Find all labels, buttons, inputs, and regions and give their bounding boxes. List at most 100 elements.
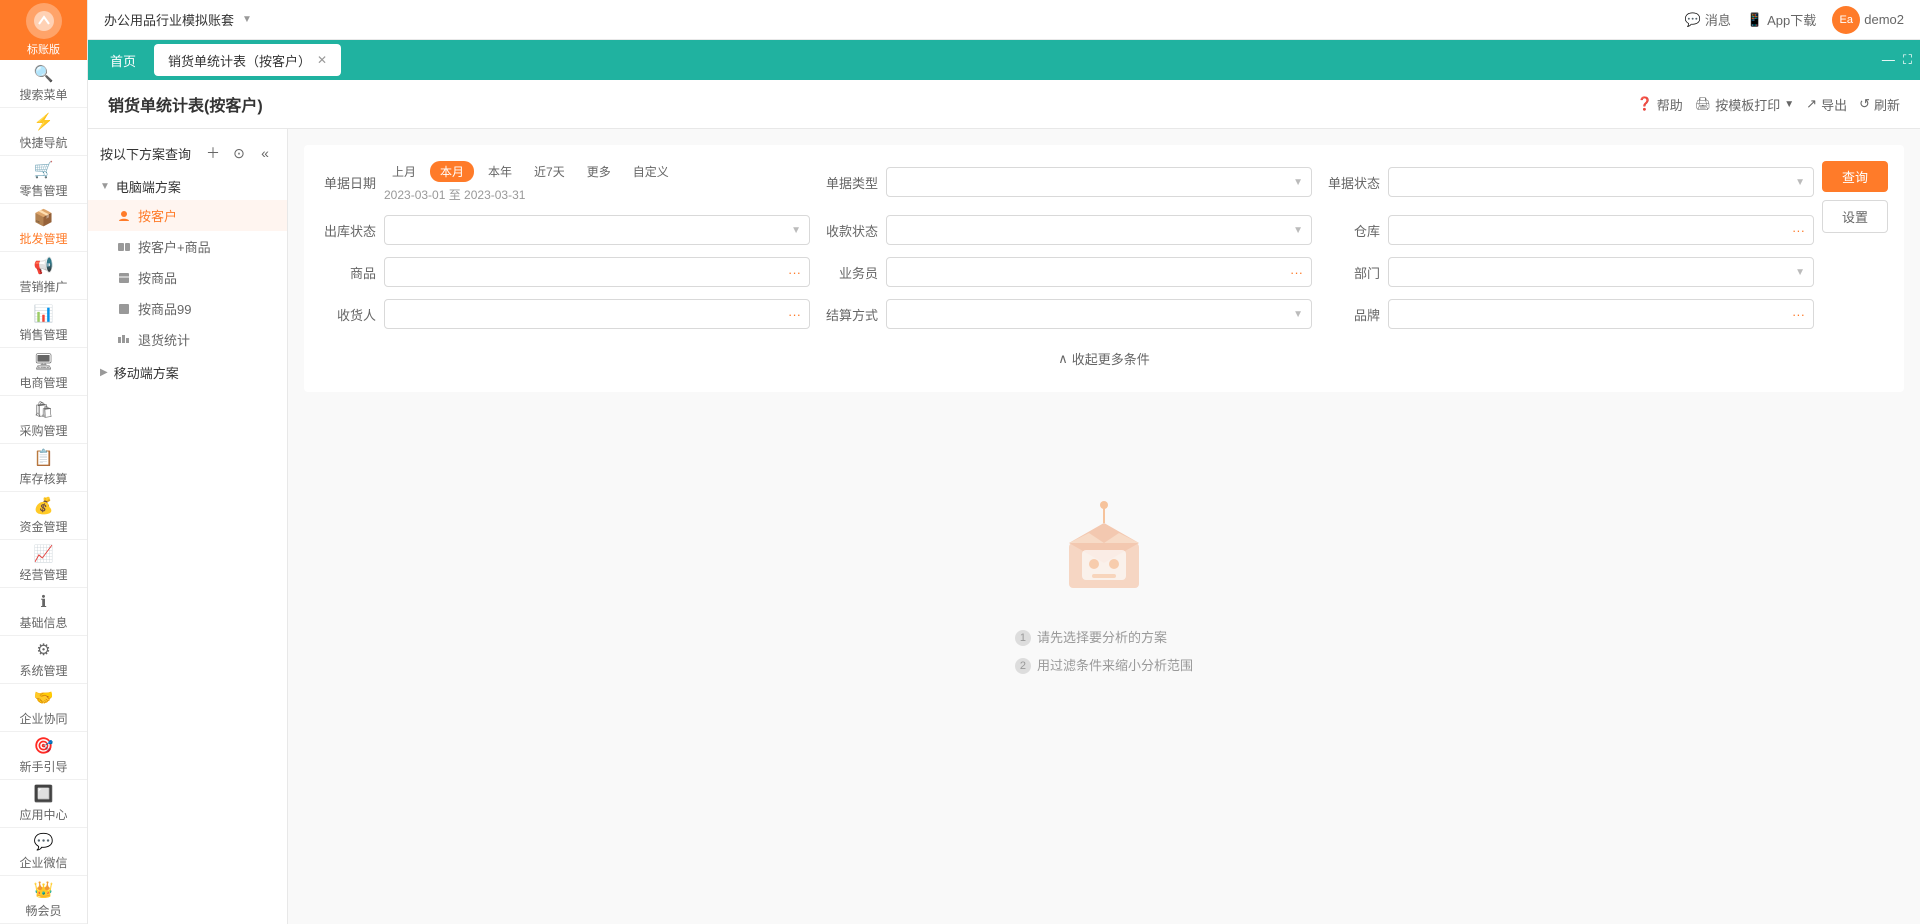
minimize-icon[interactable]: —: [1882, 52, 1895, 68]
department-select[interactable]: ▼: [1388, 257, 1814, 287]
sidebar-item-ecommerce[interactable]: 🖥 电商管理: [0, 348, 88, 396]
sidebar: 标账版 🔍 搜索菜单 ⚡ 快捷导航 🛒 零售管理 📦 批发管理 📢 营销推广 📊…: [0, 0, 88, 924]
scheme-item-customer-goods[interactable]: 按客户+商品: [88, 231, 287, 262]
print-dropdown-icon: ▼: [1784, 99, 1794, 110]
user-profile[interactable]: Ea demo2: [1832, 6, 1904, 34]
goods99-icon: [116, 301, 132, 317]
collapse-label: 收起更多条件: [1072, 349, 1150, 368]
sidebar-item-finance[interactable]: 💰 资金管理: [0, 492, 88, 540]
sidebar-item-inventory[interactable]: 📋 库存核算: [0, 444, 88, 492]
print-icon: 🖨: [1695, 96, 1712, 112]
date-last-month[interactable]: 上月: [384, 161, 424, 182]
app-download-label: App下载: [1767, 10, 1816, 29]
page-header: 销货单统计表(按客户) ❓ 帮助 🖨 按模板打印 ▼ ↗ 导出 ↺ 刷新: [88, 80, 1920, 129]
tab-sales-stat[interactable]: 销货单统计表（按客户） ✕: [154, 44, 341, 76]
header-left: 办公用品行业模拟账套 ▼: [104, 10, 252, 29]
payment-status-select[interactable]: ▼: [886, 215, 1312, 245]
sidebar-item-management[interactable]: 📈 经营管理: [0, 540, 88, 588]
date-7days[interactable]: 近7天: [526, 161, 573, 182]
receiver-select[interactable]: ···: [384, 299, 810, 329]
collapse-bar[interactable]: ∧ 收起更多条件: [320, 341, 1888, 376]
date-filter: 上月 本月 本年 近7天 更多 自定义: [384, 161, 810, 182]
maximize-icon[interactable]: ⛶: [1903, 52, 1912, 68]
add-scheme-btn[interactable]: ＋: [203, 143, 223, 163]
help-label: 帮助: [1657, 95, 1683, 114]
scheme-item-customer[interactable]: 按客户: [88, 200, 287, 231]
department-label: 部门: [1324, 263, 1380, 282]
print-btn[interactable]: 🖨 按模板打印 ▼: [1695, 95, 1794, 114]
collapse-icon: ▶: [100, 367, 108, 378]
sidebar-item-sales[interactable]: 📊 销售管理: [0, 300, 88, 348]
filter-department: 部门 ▼: [1324, 257, 1814, 287]
collapse-scheme-btn[interactable]: «: [255, 143, 275, 163]
date-this-month[interactable]: 本月: [430, 161, 474, 182]
order-type-select[interactable]: ▼: [886, 167, 1312, 197]
goods-select[interactable]: ···: [384, 257, 810, 287]
scheme-group-mobile-header[interactable]: ▶ 移动端方案: [88, 359, 287, 386]
order-status-arrow: ▼: [1795, 177, 1805, 188]
scheme-item-goods99[interactable]: 按商品99: [88, 293, 287, 324]
filter-salesperson: 业务员 ···: [822, 257, 1312, 287]
sidebar-item-apps[interactable]: 🔲 应用中心: [0, 780, 88, 828]
page-title: 销货单统计表(按客户): [108, 92, 263, 116]
export-btn[interactable]: ↗ 导出: [1806, 95, 1847, 114]
refresh-btn[interactable]: ↺ 刷新: [1859, 95, 1900, 114]
date-more[interactable]: 更多: [579, 161, 619, 182]
avatar-text: Ea: [1840, 14, 1853, 26]
industry-label: 办公用品行业模拟账套: [104, 10, 234, 29]
date-custom[interactable]: 自定义: [625, 161, 677, 182]
sidebar-item-marketing[interactable]: 📢 营销推广: [0, 252, 88, 300]
warehouse-dots: ···: [1792, 223, 1805, 238]
app-download-btn[interactable]: 📱 App下载: [1747, 10, 1816, 29]
refresh-label: 刷新: [1874, 95, 1900, 114]
sidebar-item-guide[interactable]: 🎯 新手引导: [0, 732, 88, 780]
settings-button[interactable]: 设置: [1822, 200, 1888, 233]
sidebar-item-label: 经营管理: [19, 566, 67, 583]
expand-icon: ▼: [100, 181, 110, 192]
retail-icon: 🛒: [34, 160, 54, 180]
sidebar-item-search[interactable]: 🔍 搜索菜单: [0, 60, 88, 108]
settlement-select[interactable]: ▼: [886, 299, 1312, 329]
sidebar-item-nav[interactable]: ⚡ 快捷导航: [0, 108, 88, 156]
dropdown-arrow[interactable]: ▼: [242, 14, 252, 25]
filter-grid: 单据日期 上月 本月 本年 近7天 更多 自定义: [320, 161, 1814, 341]
stock-status-select[interactable]: ▼: [384, 215, 810, 245]
enterprise-icon: 🤝: [34, 688, 54, 708]
refresh-icon: ↺: [1859, 96, 1870, 112]
sidebar-item-purchase[interactable]: 🛍 采购管理: [0, 396, 88, 444]
sidebar-item-label: 批发管理: [19, 230, 67, 247]
brand-select[interactable]: ···: [1388, 299, 1814, 329]
sidebar-item-member[interactable]: 👑 畅会员: [0, 876, 88, 924]
tab-close-icon[interactable]: ✕: [317, 53, 327, 67]
sidebar-item-system[interactable]: ⚙ 系统管理: [0, 636, 88, 684]
main-panel: 单据日期 上月 本月 本年 近7天 更多 自定义: [288, 129, 1920, 924]
scheme-item-return[interactable]: 退货统计: [88, 324, 287, 355]
sidebar-item-wechat[interactable]: 💬 企业微信: [0, 828, 88, 876]
sidebar-item-label: 销售管理: [19, 326, 67, 343]
sidebar-item-enterprise[interactable]: 🤝 企业协同: [0, 684, 88, 732]
goods-icon: [116, 270, 132, 286]
order-status-label: 单据状态: [1324, 173, 1380, 192]
help-btn[interactable]: ❓ 帮助: [1637, 95, 1683, 114]
edit-scheme-btn[interactable]: ⊙: [229, 143, 249, 163]
filter-rows-container: 单据日期 上月 本月 本年 近7天 更多 自定义: [320, 161, 1888, 341]
sidebar-item-retail[interactable]: 🛒 零售管理: [0, 156, 88, 204]
order-status-select[interactable]: ▼: [1388, 167, 1814, 197]
sidebar-item-label: 基础信息: [19, 614, 67, 631]
scheme-item-goods[interactable]: 按商品: [88, 262, 287, 293]
stock-status-label: 出库状态: [320, 221, 376, 240]
message-btn[interactable]: 💬 消息: [1685, 10, 1731, 29]
tip1-text: 请先选择要分析的方案: [1037, 624, 1167, 652]
tab-home[interactable]: 首页: [96, 44, 150, 76]
print-label: 按模板打印: [1715, 95, 1780, 114]
date-this-year[interactable]: 本年: [480, 161, 520, 182]
salesperson-select[interactable]: ···: [886, 257, 1312, 287]
scheme-item-label: 按商品: [138, 268, 177, 287]
sidebar-item-wholesale[interactable]: 📦 批发管理: [0, 204, 88, 252]
query-button[interactable]: 查询: [1822, 161, 1888, 192]
finance-icon: 💰: [34, 496, 54, 516]
warehouse-select[interactable]: ···: [1388, 215, 1814, 245]
scheme-group-mobile-label: 移动端方案: [114, 363, 179, 382]
scheme-group-desktop-header[interactable]: ▼ 电脑端方案: [88, 173, 287, 200]
sidebar-item-basic[interactable]: ℹ 基础信息: [0, 588, 88, 636]
